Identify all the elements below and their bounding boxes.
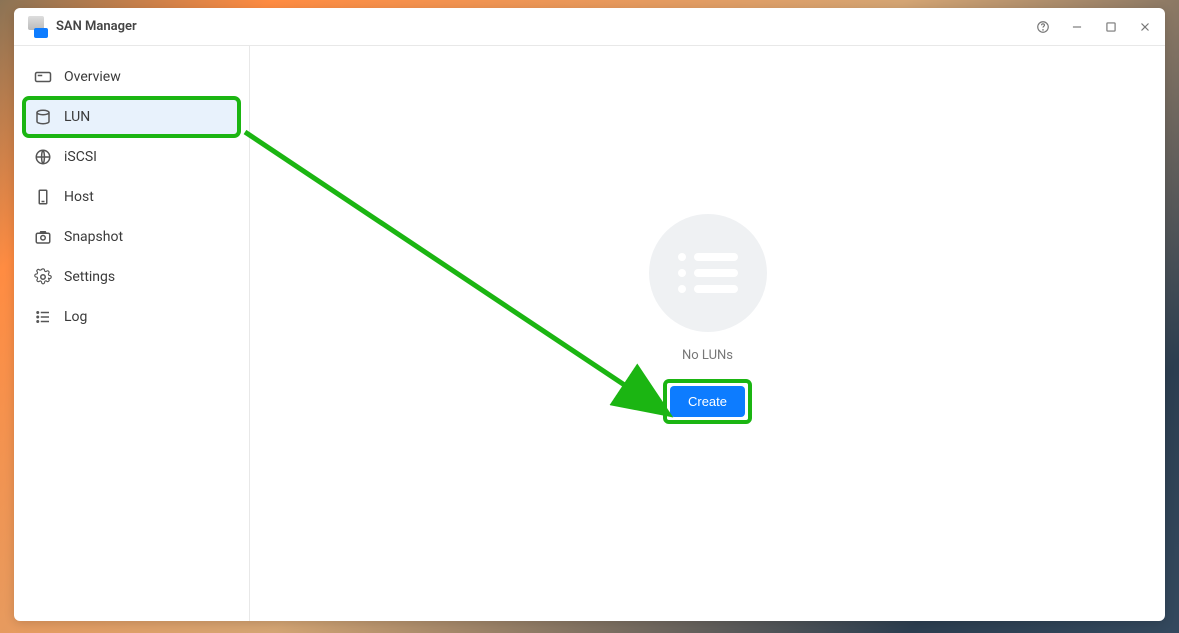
sidebar-item-overview[interactable]: Overview [24,58,239,96]
sidebar-item-lun[interactable]: LUN [24,98,239,136]
host-icon [34,188,52,206]
lun-icon [34,108,52,126]
create-highlight: Create [663,379,752,424]
sidebar-item-settings[interactable]: Settings [24,258,239,296]
app-window: SAN Manager Overview [14,8,1165,621]
sidebar: Overview LUN iSCSI Host [14,46,250,621]
titlebar[interactable]: SAN Manager [14,8,1165,46]
maximize-button[interactable] [1103,19,1119,35]
window-controls [1035,19,1153,35]
window-title: SAN Manager [56,19,137,34]
sidebar-item-label: Log [64,309,87,325]
sidebar-item-snapshot[interactable]: Snapshot [24,218,239,256]
overview-icon [34,68,52,86]
minimize-button[interactable] [1069,19,1085,35]
settings-icon [34,268,52,286]
iscsi-icon [34,148,52,166]
sidebar-item-label: Host [64,189,94,205]
sidebar-item-iscsi[interactable]: iSCSI [24,138,239,176]
sidebar-item-label: LUN [64,109,90,125]
sidebar-item-host[interactable]: Host [24,178,239,216]
main-content: No LUNs Create [250,46,1165,621]
sidebar-item-label: iSCSI [64,149,97,165]
help-button[interactable] [1035,19,1051,35]
snapshot-icon [34,228,52,246]
empty-state-icon [649,214,767,332]
empty-state-text: No LUNs [682,348,733,363]
app-icon [26,16,48,38]
sidebar-item-label: Overview [64,69,121,85]
close-button[interactable] [1137,19,1153,35]
log-icon [34,308,52,326]
sidebar-item-label: Settings [64,269,115,285]
sidebar-item-log[interactable]: Log [24,298,239,336]
sidebar-item-label: Snapshot [64,229,123,245]
empty-state: No LUNs Create [649,214,767,424]
body-area: Overview LUN iSCSI Host [14,46,1165,621]
create-button[interactable]: Create [670,386,745,417]
